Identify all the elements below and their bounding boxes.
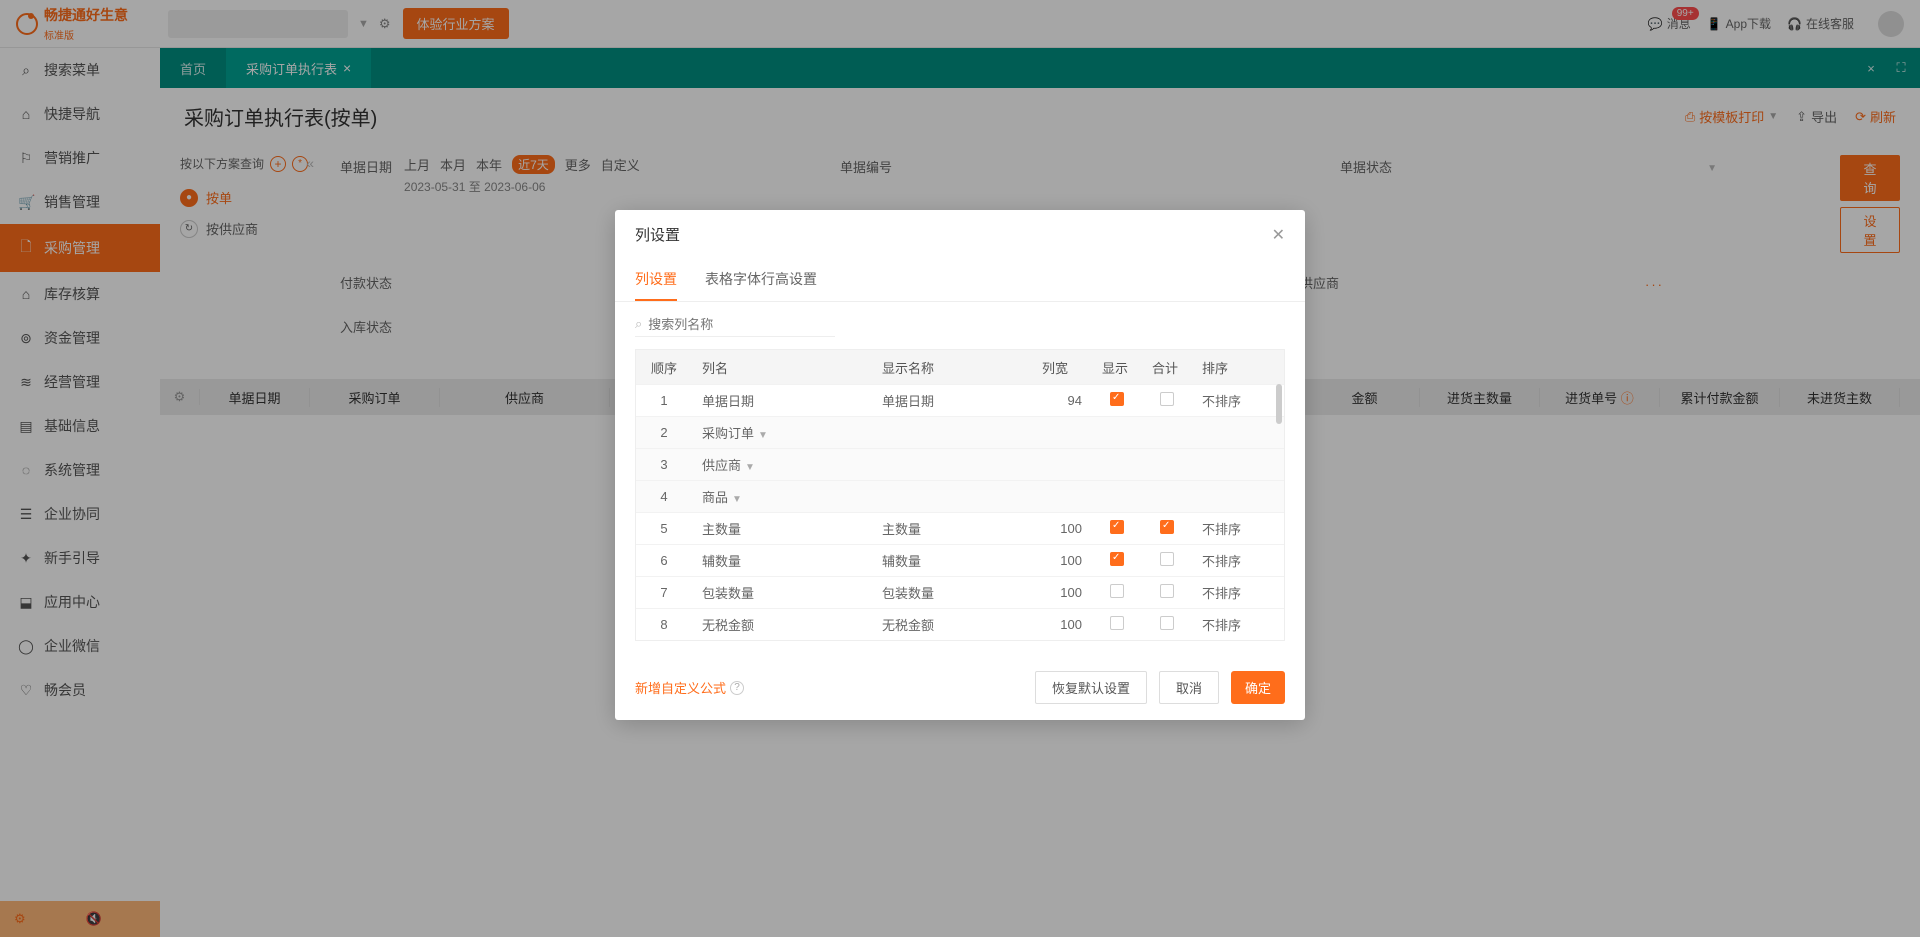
- checkbox[interactable]: [1160, 520, 1174, 534]
- checkbox[interactable]: [1160, 392, 1174, 406]
- row-width[interactable]: 100: [1032, 553, 1092, 568]
- dialog-title: 列设置: [635, 224, 680, 245]
- row-name: 无税金额: [692, 615, 872, 634]
- row-name: 商品▼: [692, 487, 872, 506]
- checkbox[interactable]: [1110, 392, 1124, 406]
- column-row[interactable]: 7 包装数量 包装数量 100 不排序: [636, 576, 1284, 608]
- row-display[interactable]: 辅数量: [872, 551, 1032, 570]
- row-order: 5: [636, 521, 692, 536]
- scrollbar[interactable]: [1276, 384, 1282, 424]
- checkbox[interactable]: [1110, 584, 1124, 598]
- row-order: 1: [636, 393, 692, 408]
- close-icon[interactable]: ✕: [1272, 225, 1285, 245]
- col-name-header: 列名: [692, 358, 872, 377]
- add-formula-label: 新增自定义公式: [635, 678, 726, 697]
- restore-default-button[interactable]: 恢复默认设置: [1035, 671, 1147, 704]
- row-order: 3: [636, 457, 692, 472]
- row-sort[interactable]: 不排序: [1192, 519, 1266, 538]
- row-name: 单据日期: [692, 391, 872, 410]
- row-order: 6: [636, 553, 692, 568]
- col-order-header: 顺序: [636, 358, 692, 377]
- row-sort[interactable]: 不排序: [1192, 391, 1266, 410]
- column-row[interactable]: 4 商品▼: [636, 480, 1284, 512]
- column-row[interactable]: 5 主数量 主数量 100 不排序: [636, 512, 1284, 544]
- column-row[interactable]: 2 采购订单▼: [636, 416, 1284, 448]
- column-row[interactable]: 3 供应商▼: [636, 448, 1284, 480]
- row-name: 采购订单▼: [692, 423, 872, 442]
- col-display-header: 显示名称: [872, 358, 1032, 377]
- row-order: 4: [636, 489, 692, 504]
- chevron-down-icon[interactable]: ▼: [758, 430, 768, 441]
- chevron-down-icon[interactable]: ▼: [732, 494, 742, 505]
- col-sort-header: 排序: [1192, 358, 1266, 377]
- row-sort[interactable]: 不排序: [1192, 615, 1266, 634]
- checkbox[interactable]: [1160, 552, 1174, 566]
- row-order: 2: [636, 425, 692, 440]
- row-name: 包装数量: [692, 583, 872, 602]
- checkbox[interactable]: [1110, 520, 1124, 534]
- help-icon[interactable]: ?: [730, 681, 744, 695]
- row-width[interactable]: 100: [1032, 521, 1092, 536]
- chevron-down-icon[interactable]: ▼: [745, 462, 755, 473]
- col-show-header: 显示: [1092, 358, 1142, 377]
- search-input[interactable]: [648, 317, 835, 332]
- column-row[interactable]: 6 辅数量 辅数量 100 不排序: [636, 544, 1284, 576]
- row-name: 供应商▼: [692, 455, 872, 474]
- cancel-button[interactable]: 取消: [1159, 671, 1219, 704]
- row-name: 主数量: [692, 519, 872, 538]
- row-name: 辅数量: [692, 551, 872, 570]
- row-sort[interactable]: 不排序: [1192, 583, 1266, 602]
- row-display[interactable]: 单据日期: [872, 391, 1032, 410]
- confirm-button[interactable]: 确定: [1231, 671, 1285, 704]
- checkbox[interactable]: [1110, 552, 1124, 566]
- column-row[interactable]: 8 无税金额 无税金额 100 不排序: [636, 608, 1284, 640]
- col-width-header: 列宽: [1032, 358, 1092, 377]
- row-display[interactable]: 主数量: [872, 519, 1032, 538]
- row-order: 7: [636, 585, 692, 600]
- modal-overlay: 列设置 ✕ 列设置 表格字体行高设置 ⌕ 顺序 列名 显示名称 列宽 显示 合计…: [0, 0, 1920, 937]
- checkbox[interactable]: [1160, 616, 1174, 630]
- search-icon: ⌕: [635, 316, 642, 332]
- row-width[interactable]: 100: [1032, 617, 1092, 632]
- dialog-tab-columns[interactable]: 列设置: [635, 269, 677, 301]
- column-settings-dialog: 列设置 ✕ 列设置 表格字体行高设置 ⌕ 顺序 列名 显示名称 列宽 显示 合计…: [615, 210, 1305, 720]
- checkbox[interactable]: [1160, 584, 1174, 598]
- column-row[interactable]: 1 单据日期 单据日期 94 不排序: [636, 384, 1284, 416]
- row-display[interactable]: 无税金额: [872, 615, 1032, 634]
- checkbox[interactable]: [1110, 616, 1124, 630]
- row-width[interactable]: 94: [1032, 393, 1092, 408]
- row-display[interactable]: 包装数量: [872, 583, 1032, 602]
- add-formula-link[interactable]: 新增自定义公式 ?: [635, 678, 744, 697]
- row-sort[interactable]: 不排序: [1192, 551, 1266, 570]
- row-width[interactable]: 100: [1032, 585, 1092, 600]
- dialog-tab-font[interactable]: 表格字体行高设置: [705, 269, 817, 301]
- col-sum-header: 合计: [1142, 358, 1192, 377]
- row-order: 8: [636, 617, 692, 632]
